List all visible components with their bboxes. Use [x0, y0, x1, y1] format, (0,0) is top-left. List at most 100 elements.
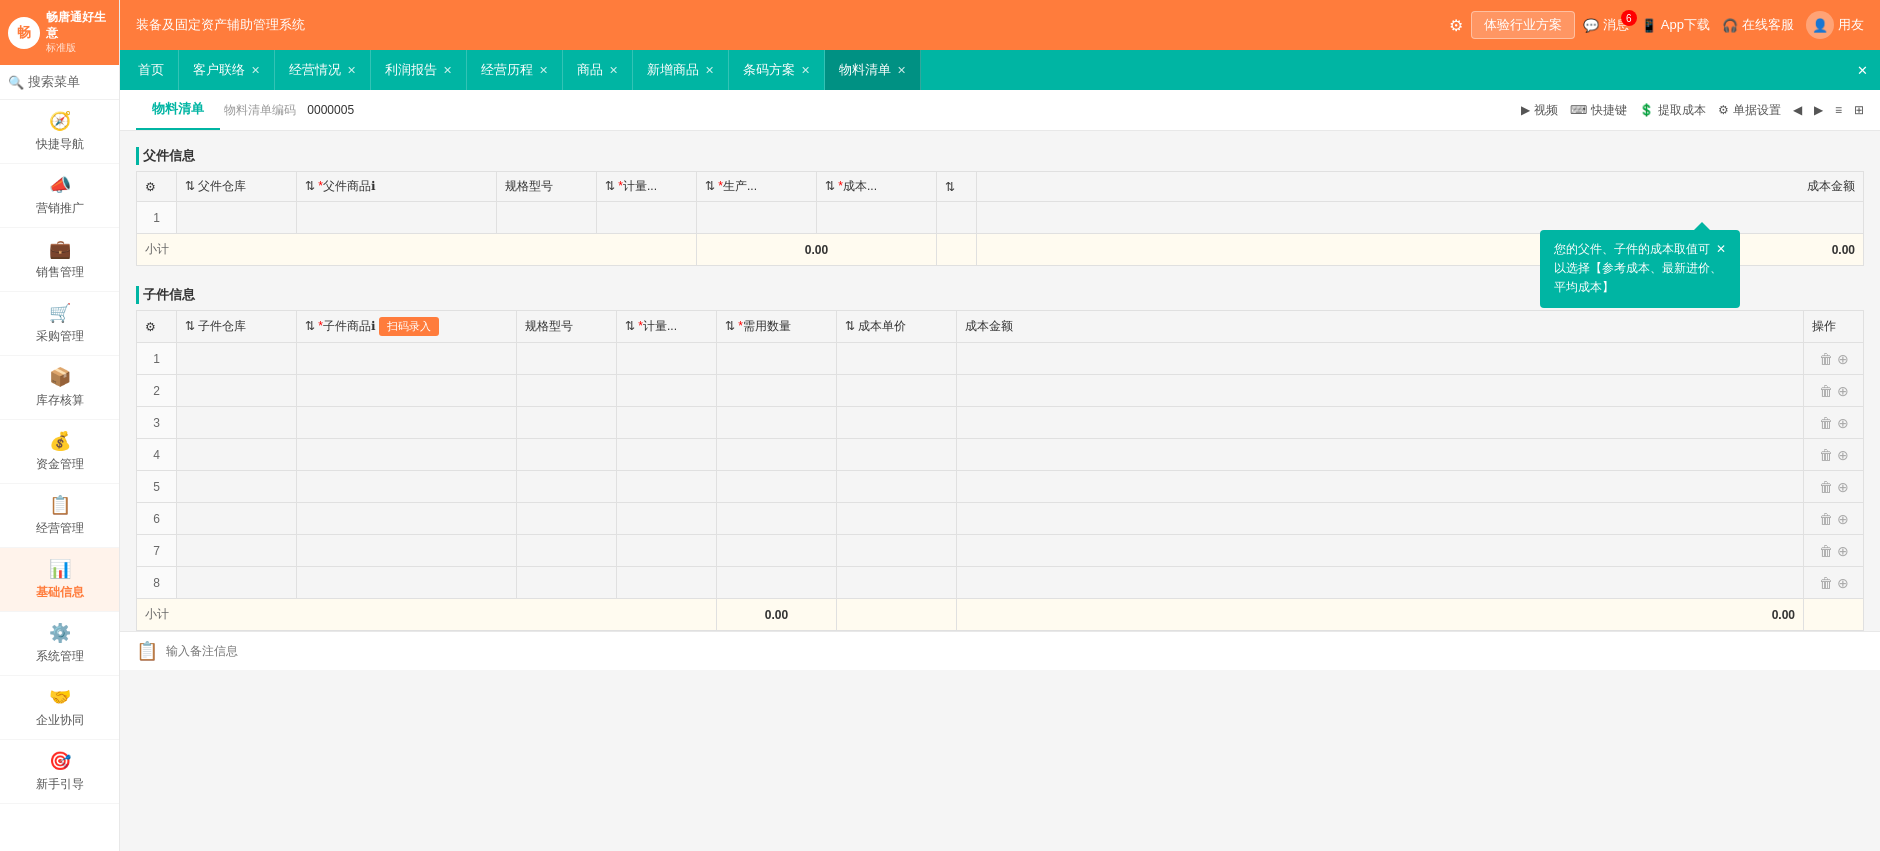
- parent-cost-cell[interactable]: [817, 202, 937, 234]
- grid-view-btn[interactable]: ⊞: [1854, 103, 1864, 117]
- tab-barcode[interactable]: 条码方案 ✕: [729, 50, 825, 90]
- close-all-tabs[interactable]: ✕: [1849, 63, 1876, 78]
- tab-customer[interactable]: 客户联络 ✕: [179, 50, 275, 90]
- delete-icon[interactable]: 🗑: [1819, 415, 1833, 431]
- child-warehouse-3[interactable]: [177, 407, 297, 439]
- child-product-6[interactable]: [297, 503, 517, 535]
- tab-products-close[interactable]: ✕: [609, 64, 618, 77]
- child-warehouse-7[interactable]: [177, 535, 297, 567]
- child-qty-3[interactable]: [717, 407, 837, 439]
- child-price-1[interactable]: [837, 343, 957, 375]
- child-price-2[interactable]: [837, 375, 957, 407]
- child-warehouse-8[interactable]: [177, 567, 297, 599]
- single-settings-btn[interactable]: ⚙ 单据设置: [1718, 102, 1781, 119]
- child-product-8[interactable]: [297, 567, 517, 599]
- tab-history-close[interactable]: ✕: [539, 64, 548, 77]
- sidebar-item-system[interactable]: ⚙️ 系统管理: [0, 612, 119, 676]
- user-menu[interactable]: 👤 用友: [1806, 11, 1864, 39]
- settings-button[interactable]: ⚙: [1449, 16, 1463, 35]
- child-product-7[interactable]: [297, 535, 517, 567]
- sidebar-item-inventory[interactable]: 📦 库存核算: [0, 356, 119, 420]
- child-product-1[interactable]: [297, 343, 517, 375]
- child-qty-1[interactable]: [717, 343, 837, 375]
- sidebar-item-finance[interactable]: 💰 资金管理: [0, 420, 119, 484]
- child-spec-4[interactable]: [517, 439, 617, 471]
- child-unit-6[interactable]: [617, 503, 717, 535]
- scan-button[interactable]: 扫码录入: [379, 317, 439, 336]
- child-qty-5[interactable]: [717, 471, 837, 503]
- child-spec-7[interactable]: [517, 535, 617, 567]
- child-price-4[interactable]: [837, 439, 957, 471]
- child-price-6[interactable]: [837, 503, 957, 535]
- child-unit-2[interactable]: [617, 375, 717, 407]
- copy-icon[interactable]: ⊕: [1837, 511, 1849, 527]
- child-product-5[interactable]: [297, 471, 517, 503]
- sidebar-item-operations[interactable]: 📋 经营管理: [0, 484, 119, 548]
- child-unit-3[interactable]: [617, 407, 717, 439]
- child-spec-6[interactable]: [517, 503, 617, 535]
- child-spec-2[interactable]: [517, 375, 617, 407]
- child-warehouse-4[interactable]: [177, 439, 297, 471]
- parent-warehouse-cell[interactable]: [177, 202, 297, 234]
- child-qty-7[interactable]: [717, 535, 837, 567]
- child-price-3[interactable]: [837, 407, 957, 439]
- settings-icon[interactable]: ⚙: [145, 180, 156, 194]
- tab-bom[interactable]: 物料清单 ✕: [825, 50, 921, 90]
- sidebar-item-purchase[interactable]: 🛒 采购管理: [0, 292, 119, 356]
- child-spec-8[interactable]: [517, 567, 617, 599]
- tab-barcode-close[interactable]: ✕: [801, 64, 810, 77]
- child-unit-4[interactable]: [617, 439, 717, 471]
- child-product-4[interactable]: [297, 439, 517, 471]
- delete-icon[interactable]: 🗑: [1819, 447, 1833, 463]
- shortcut-btn[interactable]: ⌨ 快捷键: [1570, 102, 1627, 119]
- remark-input[interactable]: [166, 644, 1864, 658]
- child-unit-1[interactable]: [617, 343, 717, 375]
- tab-bom-close[interactable]: ✕: [897, 64, 906, 77]
- settings-icon[interactable]: ⚙: [145, 320, 156, 334]
- copy-icon[interactable]: ⊕: [1837, 415, 1849, 431]
- delete-icon[interactable]: 🗑: [1819, 351, 1833, 367]
- child-spec-3[interactable]: [517, 407, 617, 439]
- copy-icon[interactable]: ⊕: [1837, 351, 1849, 367]
- parent-spec-cell[interactable]: [497, 202, 597, 234]
- child-product-3[interactable]: [297, 407, 517, 439]
- sidebar-item-marketing[interactable]: 📣 营销推广: [0, 164, 119, 228]
- parent-product-cell[interactable]: [297, 202, 497, 234]
- delete-icon[interactable]: 🗑: [1819, 511, 1833, 527]
- tab-operations-status[interactable]: 经营情况 ✕: [275, 50, 371, 90]
- child-warehouse-2[interactable]: [177, 375, 297, 407]
- tab-newprod-close[interactable]: ✕: [705, 64, 714, 77]
- child-spec-5[interactable]: [517, 471, 617, 503]
- delete-icon[interactable]: 🗑: [1819, 575, 1833, 591]
- online-service-button[interactable]: 🎧 在线客服: [1722, 16, 1794, 34]
- tooltip-close[interactable]: ✕: [1716, 240, 1726, 259]
- tab-profit-close[interactable]: ✕: [443, 64, 452, 77]
- tab-profit[interactable]: 利润报告 ✕: [371, 50, 467, 90]
- delete-icon[interactable]: 🗑: [1819, 479, 1833, 495]
- child-spec-1[interactable]: [517, 343, 617, 375]
- list-view-btn[interactable]: ≡: [1835, 103, 1842, 117]
- extract-cost-btn[interactable]: 💲 提取成本: [1639, 102, 1706, 119]
- sidebar-item-quick-nav[interactable]: 🧭 快捷导航: [0, 100, 119, 164]
- child-qty-8[interactable]: [717, 567, 837, 599]
- next-btn[interactable]: ▶: [1814, 103, 1823, 117]
- prev-btn[interactable]: ◀: [1793, 103, 1802, 117]
- trial-button[interactable]: 体验行业方案: [1471, 11, 1575, 39]
- sidebar-item-basic-info[interactable]: 📊 基础信息: [0, 548, 119, 612]
- sidebar-item-newbie[interactable]: 🎯 新手引导: [0, 740, 119, 804]
- child-price-5[interactable]: [837, 471, 957, 503]
- child-warehouse-6[interactable]: [177, 503, 297, 535]
- child-price-8[interactable]: [837, 567, 957, 599]
- child-qty-2[interactable]: [717, 375, 837, 407]
- delete-icon[interactable]: 🗑: [1819, 383, 1833, 399]
- sidebar-search[interactable]: 🔍 搜索菜单: [0, 65, 119, 100]
- child-warehouse-5[interactable]: [177, 471, 297, 503]
- child-qty-6[interactable]: [717, 503, 837, 535]
- child-qty-4[interactable]: [717, 439, 837, 471]
- child-product-2[interactable]: [297, 375, 517, 407]
- tab-home[interactable]: 首页: [124, 50, 179, 90]
- child-unit-5[interactable]: [617, 471, 717, 503]
- copy-icon[interactable]: ⊕: [1837, 575, 1849, 591]
- sub-tab-bom-list[interactable]: 物料清单: [136, 90, 220, 130]
- copy-icon[interactable]: ⊕: [1837, 447, 1849, 463]
